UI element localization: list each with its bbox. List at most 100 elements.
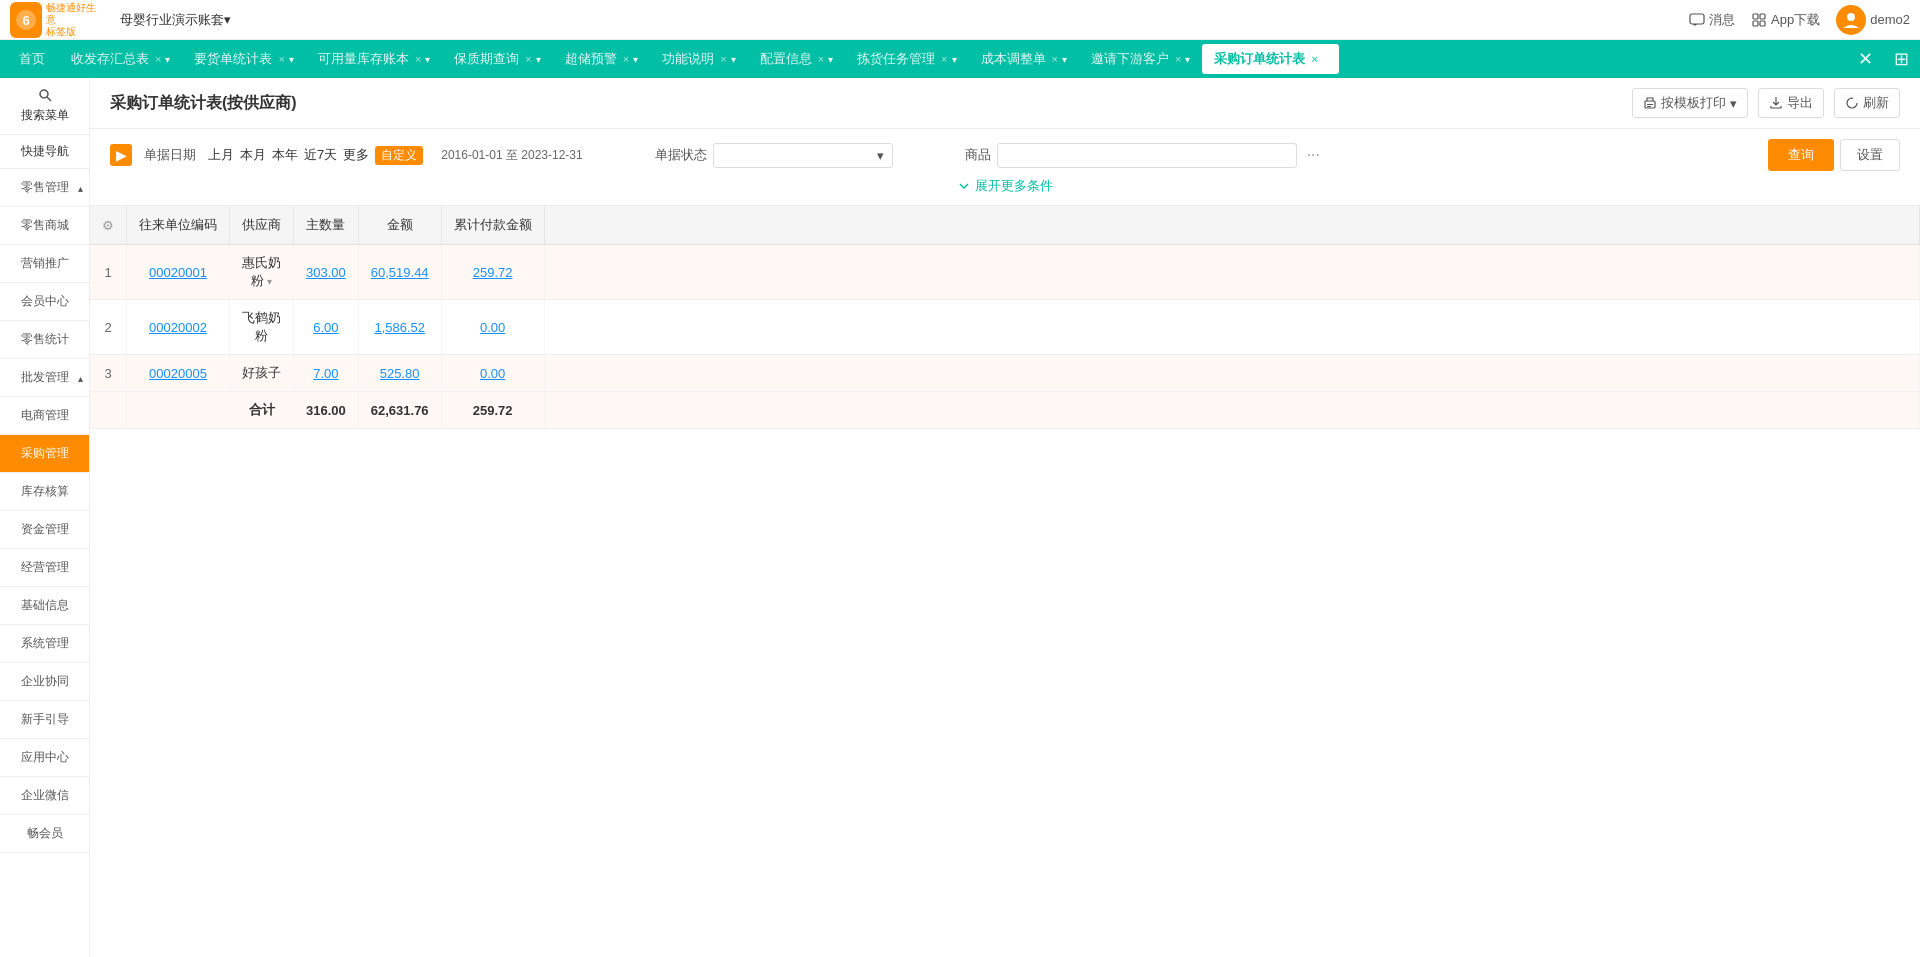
column-settings-icon[interactable]: ⚙ xyxy=(102,218,114,233)
sidebar-item-system[interactable]: 系统管理 xyxy=(0,625,89,663)
sidebar-item-wholesale[interactable]: 批发管理 ▴ xyxy=(0,359,89,397)
row-3-qty[interactable]: 7.00 xyxy=(294,355,359,392)
nav-expand-btn[interactable]: ⊞ xyxy=(1887,45,1915,73)
tab-9-close[interactable]: × xyxy=(1052,53,1058,65)
row-1-paid[interactable]: 259.72 xyxy=(441,245,544,300)
sidebar-item-ecommerce[interactable]: 电商管理 xyxy=(0,397,89,435)
product-more-btn[interactable]: ··· xyxy=(1307,146,1320,164)
print-button[interactable]: 按模板打印 ▾ xyxy=(1632,88,1748,118)
tab-3[interactable]: 可用量库存账本 × ▾ xyxy=(306,44,442,74)
tab-home[interactable]: 首页 xyxy=(5,44,59,74)
row-3-paid[interactable]: 0.00 xyxy=(441,355,544,392)
tab-10-close[interactable]: × xyxy=(1175,53,1181,65)
date-label: 单据日期 xyxy=(144,146,196,164)
sidebar-item-finance[interactable]: 资金管理 xyxy=(0,511,89,549)
supplier-expand-icon[interactable]: ▾ xyxy=(267,276,272,287)
message-btn[interactable]: 消息 xyxy=(1689,11,1735,29)
sidebar-item-collab[interactable]: 企业协同 xyxy=(0,663,89,701)
row-2-qty[interactable]: 6.00 xyxy=(294,300,359,355)
sidebar-item-member[interactable]: 会员中心 xyxy=(0,283,89,321)
tab-10[interactable]: 邀请下游客户 × ▾ xyxy=(1079,44,1202,74)
product-input[interactable] xyxy=(997,143,1297,168)
tab-7[interactable]: 配置信息 × ▾ xyxy=(748,44,845,74)
export-button[interactable]: 导出 xyxy=(1758,88,1824,118)
user-name: demo2 xyxy=(1870,12,1910,27)
sidebar-item-retail-mall[interactable]: 零售商城 xyxy=(0,207,89,245)
shortcut-more[interactable]: 更多 xyxy=(343,146,369,164)
query-button[interactable]: 查询 xyxy=(1768,139,1834,171)
tab-2-close[interactable]: × xyxy=(278,53,284,65)
sidebar-item-inventory[interactable]: 库存核算 xyxy=(0,473,89,511)
shortcut-this-year[interactable]: 本年 xyxy=(272,146,298,164)
sidebar-item-app-center[interactable]: 应用中心 xyxy=(0,739,89,777)
sidebar-item-basic-info[interactable]: 基础信息 xyxy=(0,587,89,625)
tab-2-arrow: ▾ xyxy=(289,54,294,65)
app-download-btn[interactable]: App下载 xyxy=(1751,11,1820,29)
product-label: 商品 xyxy=(965,146,991,164)
user-avatar-area[interactable]: demo2 xyxy=(1836,5,1910,35)
sidebar-item-retail-stats[interactable]: 零售统计 xyxy=(0,321,89,359)
tab-1[interactable]: 收发存汇总表 × ▾ xyxy=(59,44,182,74)
sidebar-item-member2[interactable]: 畅会员 xyxy=(0,815,89,853)
layout: 搜索菜单 快捷导航 零售管理 ▴ 零售商城 营销推广 会员中心 零售统计 批发管… xyxy=(0,78,1920,957)
tab-4[interactable]: 保质期查询 × ▾ xyxy=(442,44,552,74)
status-select[interactable]: ▾ xyxy=(713,143,893,168)
row-2-paid[interactable]: 0.00 xyxy=(441,300,544,355)
sidebar-item-newbie[interactable]: 新手引导 xyxy=(0,701,89,739)
row-3-code[interactable]: 00020005 xyxy=(127,355,230,392)
sidebar-item-wechat[interactable]: 企业微信 xyxy=(0,777,89,815)
tab-6[interactable]: 功能说明 × ▾ xyxy=(650,44,747,74)
data-table: ⚙ 往来单位编码 供应商 主数量 金额 累计付款金额 1 00020001 xyxy=(90,206,1920,429)
row-1-code[interactable]: 00020001 xyxy=(127,245,230,300)
shortcut-7days[interactable]: 近7天 xyxy=(304,146,337,164)
tab-1-close[interactable]: × xyxy=(155,53,161,65)
tab-5[interactable]: 超储预警 × ▾ xyxy=(553,44,650,74)
tab-6-close[interactable]: × xyxy=(720,53,726,65)
tab-7-close[interactable]: × xyxy=(818,53,824,65)
tab-11[interactable]: 采购订单统计表 × ▾ xyxy=(1202,44,1338,74)
tab-3-close[interactable]: × xyxy=(415,53,421,65)
shortcut-this-month[interactable]: 本月 xyxy=(240,146,266,164)
table-container: ⚙ 往来单位编码 供应商 主数量 金额 累计付款金额 1 00020001 xyxy=(90,206,1920,957)
tab-5-close[interactable]: × xyxy=(623,53,629,65)
shortcut-last-month[interactable]: 上月 xyxy=(208,146,234,164)
expand-icon-wholesale: ▴ xyxy=(78,372,83,383)
nav-tabs: 首页 收发存汇总表 × ▾ 要货单统计表 × ▾ 可用量库存账本 × ▾ 保质期… xyxy=(0,40,1920,78)
svg-line-9 xyxy=(47,97,51,101)
settings-button[interactable]: 设置 xyxy=(1840,139,1900,171)
svg-rect-5 xyxy=(1753,21,1758,26)
workspace-arrow: ▾ xyxy=(224,12,231,27)
tab-3-arrow: ▾ xyxy=(425,54,430,65)
row-1-qty[interactable]: 303.00 xyxy=(294,245,359,300)
row-3-amount[interactable]: 525.80 xyxy=(358,355,441,392)
sidebar-search[interactable]: 搜索菜单 xyxy=(0,78,89,135)
filter-toggle-btn[interactable]: ▶ xyxy=(110,144,132,166)
tab-11-close[interactable]: × xyxy=(1311,53,1317,65)
svg-rect-6 xyxy=(1760,21,1765,26)
sidebar-item-marketing[interactable]: 营销推广 xyxy=(0,245,89,283)
expand-more[interactable]: 展开更多条件 xyxy=(110,177,1900,195)
status-label: 单据状态 xyxy=(655,146,707,164)
filter-row-1: ▶ 单据日期 上月 本月 本年 近7天 更多 自定义 2016-01-01 至 … xyxy=(110,139,1900,171)
row-2-amount[interactable]: 1,586.52 xyxy=(358,300,441,355)
sidebar-item-purchase[interactable]: 采购管理 xyxy=(0,435,89,473)
row-1-amount[interactable]: 60,519.44 xyxy=(358,245,441,300)
sidebar-item-retail-mgmt[interactable]: 零售管理 ▴ xyxy=(0,169,89,207)
tab-8-close[interactable]: × xyxy=(941,53,947,65)
nav-close-btn[interactable]: ✕ xyxy=(1851,45,1879,73)
svg-point-7 xyxy=(1847,13,1855,21)
workspace-selector[interactable]: 母婴行业演示账套 ▾ xyxy=(100,11,1689,29)
tab-4-close[interactable]: × xyxy=(525,53,531,65)
tab-2[interactable]: 要货单统计表 × ▾ xyxy=(182,44,305,74)
tab-8[interactable]: 拣货任务管理 × ▾ xyxy=(845,44,968,74)
sidebar-quick-nav[interactable]: 快捷导航 xyxy=(0,135,89,169)
row-1-supplier: 惠氏奶粉 ▾ xyxy=(230,245,294,300)
table-row: 3 00020005 好孩子 7.00 525.80 0.00 xyxy=(90,355,1920,392)
row-2-code[interactable]: 00020002 xyxy=(127,300,230,355)
tab-9[interactable]: 成本调整单 × ▾ xyxy=(969,44,1079,74)
sidebar-item-operations[interactable]: 经营管理 xyxy=(0,549,89,587)
row-2-supplier: 飞鹤奶粉 xyxy=(230,300,294,355)
table-header-row: ⚙ 往来单位编码 供应商 主数量 金额 累计付款金额 xyxy=(90,206,1920,245)
refresh-button[interactable]: 刷新 xyxy=(1834,88,1900,118)
sidebar: 搜索菜单 快捷导航 零售管理 ▴ 零售商城 营销推广 会员中心 零售统计 批发管… xyxy=(0,78,90,957)
